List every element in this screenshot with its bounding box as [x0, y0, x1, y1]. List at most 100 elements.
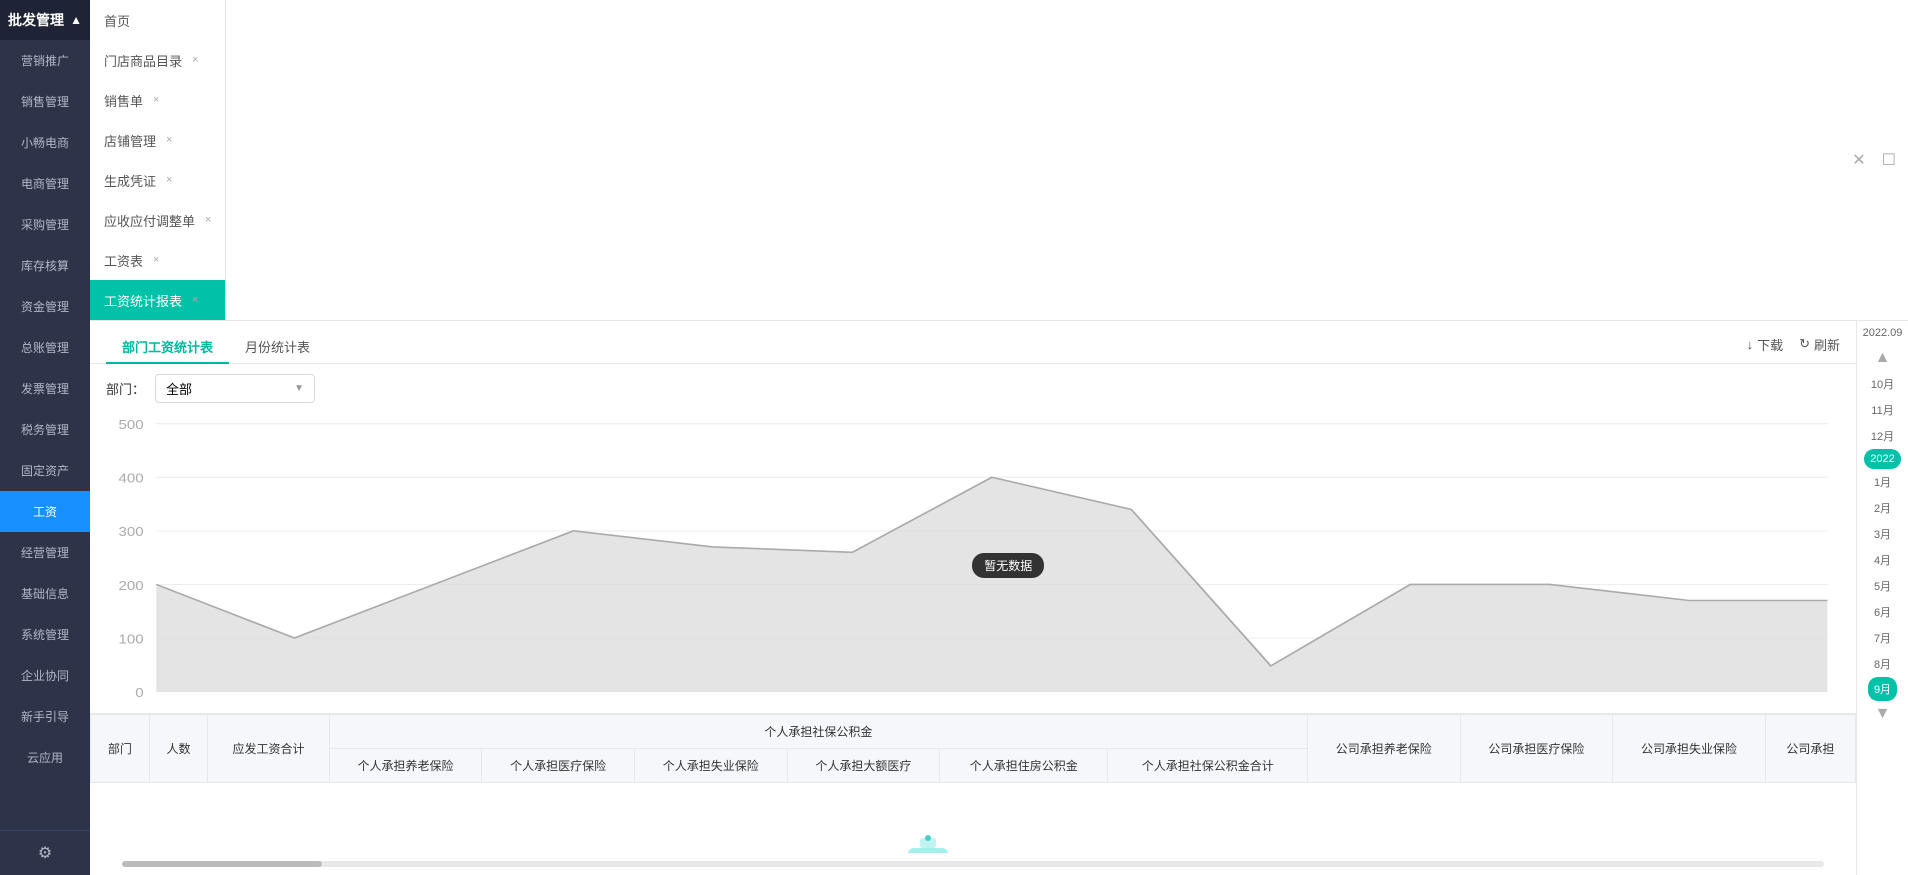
tab-month-stats[interactable]: 月份统计表	[229, 331, 326, 364]
sidebar-toggle-icon[interactable]: ▲	[70, 13, 82, 27]
sidebar-item-税务管理[interactable]: 税务管理	[0, 409, 90, 450]
sidebar-items-container: 营销推广销售管理小畅电商电商管理采购管理库存核算资金管理总账管理发票管理税务管理…	[0, 40, 90, 778]
tab-首页[interactable]: 首页	[90, 0, 226, 40]
table-wrapper: 部门 人数 应发工资合计 个人承担社保公积金 公司承担养老保险 公司承担医疗保险…	[90, 714, 1856, 875]
content-area: 部门工资统计表 月份统计表 ↓ 下载 ↻ 刷新 部门：	[90, 321, 1908, 875]
timeline-month-8[interactable]: 8月	[1870, 651, 1895, 677]
timeline-month-12[interactable]: 12月	[1867, 423, 1898, 449]
sidebar-item-经营管理[interactable]: 经营管理	[0, 532, 90, 573]
tab-生成凭证[interactable]: 生成凭证 ×	[90, 160, 226, 200]
col-personal-pension: 个人承担养老保险	[329, 749, 482, 783]
timeline-month-5[interactable]: 5月	[1870, 573, 1895, 599]
scroll-thumb[interactable]	[122, 861, 322, 867]
tab-items-container: 首页门店商品目录×销售单×店铺管理×生成凭证×应收应付调整单×工资表×工资统计报…	[90, 0, 226, 320]
sidebar-item-云应用[interactable]: 云应用	[0, 737, 90, 778]
timeline-month-1[interactable]: 1月	[1870, 469, 1895, 495]
sidebar-item-工资[interactable]: 工资	[0, 491, 90, 532]
sidebar-settings[interactable]: ⚙	[0, 830, 90, 875]
timeline-panel: 2022.09 ▲ 10月 11月 12月 2022 1月 2月 3月 4月 5…	[1856, 321, 1908, 875]
sidebar-item-资金管理[interactable]: 资金管理	[0, 286, 90, 327]
tab-close-icon[interactable]: ×	[205, 214, 211, 226]
tab-label: 应收应付调整单	[104, 211, 195, 230]
sidebar-item-新手引导[interactable]: 新手引导	[0, 696, 90, 737]
download-label: 下载	[1757, 335, 1783, 354]
col-company-other: 公司承担	[1765, 715, 1855, 783]
tab-工资统计报表[interactable]: 工资统计报表 ×	[90, 280, 226, 320]
timeline-month-7[interactable]: 7月	[1870, 625, 1895, 651]
tab-工资表[interactable]: 工资表×	[90, 240, 226, 280]
col-personal-group: 个人承担社保公积金	[329, 715, 1307, 749]
tab-close-icon[interactable]: ×	[166, 134, 172, 146]
col-headcount: 人数	[149, 715, 208, 783]
sidebar-title: 批发管理	[8, 10, 64, 30]
sidebar-item-总账管理[interactable]: 总账管理	[0, 327, 90, 368]
timeline-month-10[interactable]: 10月	[1867, 371, 1898, 397]
timeline-month-11[interactable]: 11月	[1867, 397, 1897, 423]
col-personal-housing: 个人承担住房公积金	[940, 749, 1108, 783]
refresh-action[interactable]: ↻ 刷新	[1799, 335, 1840, 354]
horizontal-scrollbar[interactable]	[122, 861, 1824, 867]
col-dept: 部门	[91, 715, 150, 783]
sidebar-item-固定资产[interactable]: 固定资产	[0, 450, 90, 491]
download-icon: ↓	[1747, 337, 1754, 352]
svg-text:200: 200	[119, 578, 144, 593]
timeline-month-9[interactable]: 9月	[1868, 677, 1897, 701]
tab-dept-stats[interactable]: 部门工资统计表	[106, 331, 229, 364]
sidebar-item-企业协同[interactable]: 企业协同	[0, 655, 90, 696]
main-area: 首页门店商品目录×销售单×店铺管理×生成凭证×应收应付调整单×工资表×工资统计报…	[90, 0, 1908, 875]
tab-店铺管理[interactable]: 店铺管理×	[90, 120, 226, 160]
timeline-month-6[interactable]: 6月	[1870, 599, 1895, 625]
col-personal-unemployment: 个人承担失业保险	[634, 749, 787, 783]
tab-close-icon[interactable]: ×	[153, 254, 159, 266]
col-company-pension: 公司承担养老保险	[1308, 715, 1461, 783]
tab-销售单[interactable]: 销售单×	[90, 80, 226, 120]
sidebar-item-发票管理[interactable]: 发票管理	[0, 368, 90, 409]
sidebar-item-销售管理[interactable]: 销售管理	[0, 81, 90, 122]
sidebar-item-基础信息[interactable]: 基础信息	[0, 573, 90, 614]
toolbar-left: 部门： 全部 ▼	[106, 374, 315, 403]
tab-label: 生成凭证	[104, 171, 156, 190]
download-action[interactable]: ↓ 下载	[1747, 335, 1784, 354]
close-window-icon[interactable]: ✕	[1848, 146, 1869, 174]
sidebar-item-系统管理[interactable]: 系统管理	[0, 614, 90, 655]
timeline-year-2022[interactable]: 2022	[1864, 449, 1900, 469]
svg-text:100: 100	[119, 631, 144, 646]
col-total-salary: 应发工资合计	[208, 715, 329, 783]
dept-select[interactable]: 全部 ▼	[155, 374, 315, 403]
col-personal-serious-illness: 个人承担大额医疗	[787, 749, 940, 783]
sidebar-item-营销推广[interactable]: 营销推广	[0, 40, 90, 81]
table-area[interactable]: 部门 人数 应发工资合计 个人承担社保公积金 公司承担养老保险 公司承担医疗保险…	[90, 713, 1856, 875]
timeline-up-icon[interactable]: ▲	[1871, 345, 1895, 371]
tab-bar-end: ✕ ☐	[1848, 146, 1908, 174]
sidebar: 批发管理 ▲ 营销推广销售管理小畅电商电商管理采购管理库存核算资金管理总账管理发…	[0, 0, 90, 875]
timeline-month-2[interactable]: 2月	[1870, 495, 1895, 521]
col-company-unemployment: 公司承担失业保险	[1613, 715, 1766, 783]
restore-window-icon[interactable]: ☐	[1878, 146, 1900, 174]
timeline-month-3[interactable]: 3月	[1870, 521, 1895, 547]
tab-门店商品目录[interactable]: 门店商品目录×	[90, 40, 226, 80]
tab-close-icon[interactable]: ×	[153, 94, 159, 106]
sidebar-item-采购管理[interactable]: 采购管理	[0, 204, 90, 245]
tab-close-icon[interactable]: ×	[192, 294, 198, 306]
dept-label: 部门：	[106, 379, 145, 398]
tab-close-icon[interactable]: ×	[166, 174, 172, 186]
filter-toolbar: 部门： 全部 ▼	[90, 364, 1856, 413]
stats-table: 部门 人数 应发工资合计 个人承担社保公积金 公司承担养老保险 公司承担医疗保险…	[90, 714, 1856, 875]
tab-label: 工资统计报表	[104, 291, 182, 310]
tab-应收应付调整单[interactable]: 应收应付调整单 ×	[90, 200, 226, 240]
chart-tooltip: 暂无数据	[972, 553, 1044, 578]
sidebar-item-小畅电商[interactable]: 小畅电商	[0, 122, 90, 163]
sidebar-item-库存核算[interactable]: 库存核算	[0, 245, 90, 286]
timeline-down-icon[interactable]: ▼	[1871, 701, 1895, 727]
page-panel: 部门工资统计表 月份统计表 ↓ 下载 ↻ 刷新 部门：	[90, 321, 1856, 875]
timeline-month-4[interactable]: 4月	[1870, 547, 1895, 573]
svg-text:0: 0	[135, 685, 144, 700]
tab-label: 首页	[104, 11, 130, 30]
tab-close-icon[interactable]: ×	[192, 54, 198, 66]
chevron-down-icon: ▼	[294, 383, 304, 394]
svg-text:300: 300	[119, 524, 144, 539]
toolbar-right: ↓ 下载 ↻ 刷新	[1747, 335, 1840, 360]
chart-area: 500 400 300 200 100 0	[90, 413, 1856, 713]
refresh-label: 刷新	[1814, 335, 1840, 354]
sidebar-item-电商管理[interactable]: 电商管理	[0, 163, 90, 204]
